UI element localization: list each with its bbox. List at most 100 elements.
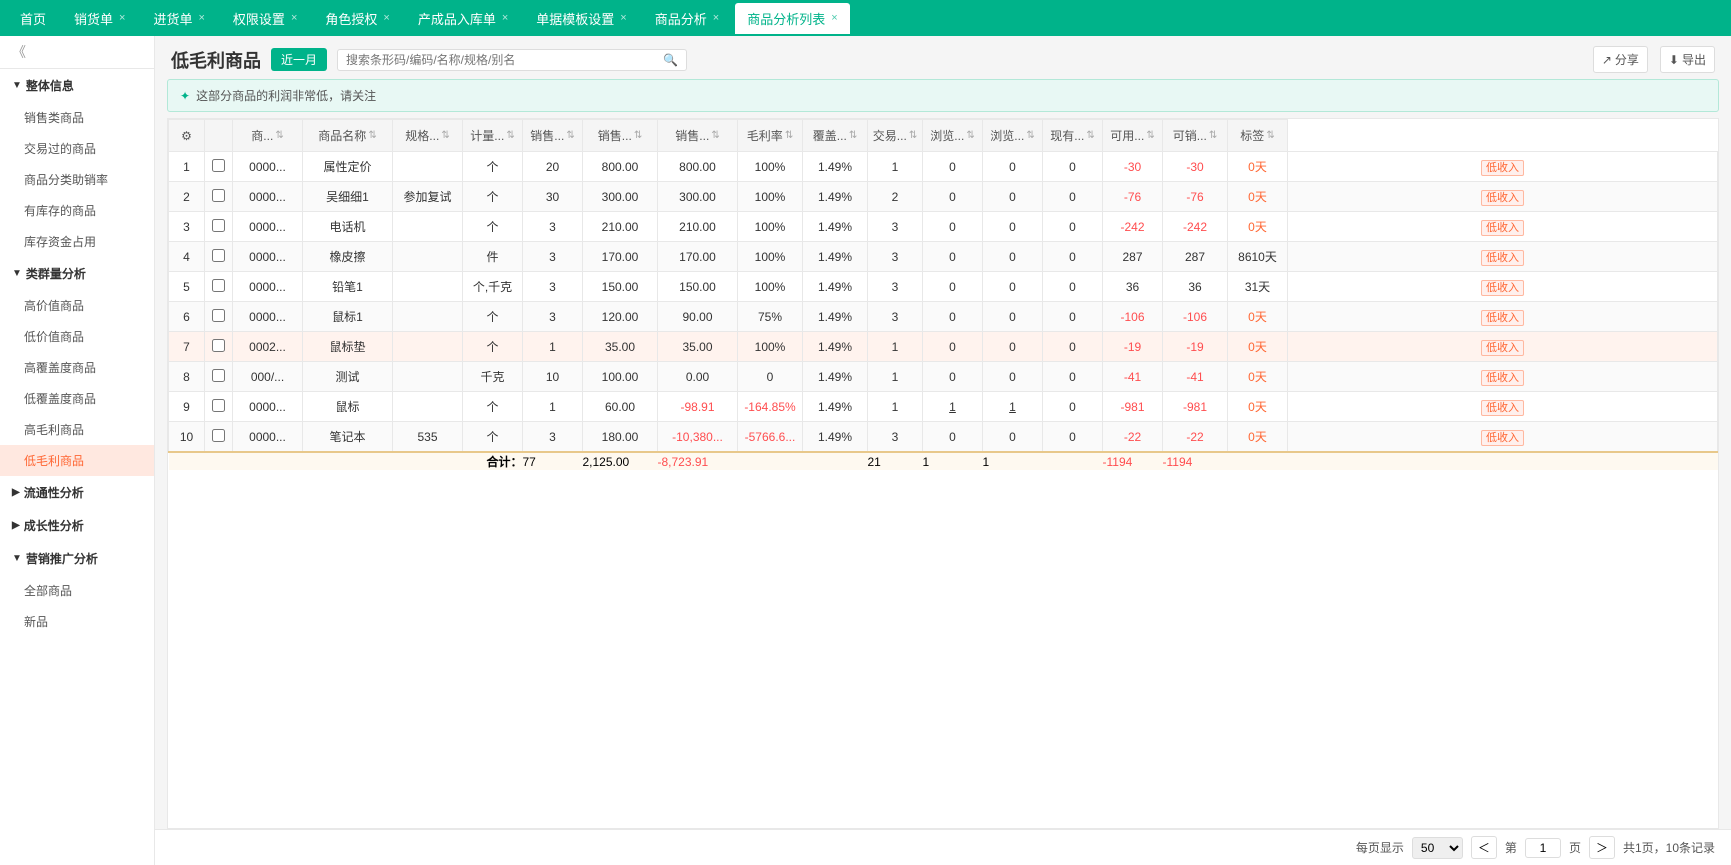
- row-checkbox[interactable]: [205, 152, 233, 182]
- row-select-checkbox[interactable]: [212, 189, 225, 202]
- row-select-checkbox[interactable]: [212, 159, 225, 172]
- sidebar-item-全部商品[interactable]: 全部商品: [0, 575, 154, 606]
- row-checkbox[interactable]: [205, 302, 233, 332]
- row-checkbox[interactable]: [205, 422, 233, 453]
- table-container[interactable]: ⚙商...⇅商品名称⇅规格...⇅计量...⇅销售...⇅销售...⇅销售...…: [167, 118, 1719, 829]
- trade-link[interactable]: 1: [1009, 400, 1016, 414]
- sidebar-item-商品分类助销率[interactable]: 商品分类助销率: [0, 164, 154, 195]
- row-checkbox[interactable]: [205, 212, 233, 242]
- row-select-checkbox[interactable]: [212, 219, 225, 232]
- row-checkbox[interactable]: [205, 182, 233, 212]
- row-checkbox[interactable]: [205, 242, 233, 272]
- col-header-10[interactable]: 覆盖...⇅: [803, 120, 868, 152]
- row-tag[interactable]: 低收入: [1288, 212, 1718, 242]
- page-number-input[interactable]: [1525, 838, 1561, 858]
- nav-close-icon[interactable]: ×: [502, 12, 508, 24]
- share-btn[interactable]: ↗ 分享: [1593, 46, 1648, 73]
- nav-item-商品分析列表[interactable]: 商品分析列表×: [735, 3, 849, 34]
- nav-item-单据模板设置[interactable]: 单据模板设置×: [524, 3, 638, 34]
- nav-close-icon[interactable]: ×: [198, 12, 204, 24]
- row-trade[interactable]: 0: [923, 272, 983, 302]
- sidebar-item-有库存的商品[interactable]: 有库存的商品: [0, 195, 154, 226]
- sort-icon[interactable]: ⇅: [909, 130, 917, 141]
- nav-item-首页[interactable]: 首页: [8, 3, 58, 34]
- col-header-2[interactable]: 商...⇅: [233, 120, 303, 152]
- sidebar-item-低价值商品[interactable]: 低价值商品: [0, 321, 154, 352]
- col-header-15[interactable]: 可用...⇅: [1103, 120, 1163, 152]
- sort-icon[interactable]: ⇅: [368, 130, 376, 141]
- sidebar-group-类群量分析[interactable]: ▼类群量分析: [0, 257, 154, 290]
- sort-icon[interactable]: ⇅: [785, 130, 793, 141]
- row-checkbox[interactable]: [205, 362, 233, 392]
- sort-icon[interactable]: ⇅: [1026, 130, 1034, 141]
- col-header-11[interactable]: 交易...⇅: [868, 120, 923, 152]
- time-filter-btn[interactable]: 近一月: [271, 48, 327, 71]
- row-select-checkbox[interactable]: [212, 249, 225, 262]
- col-header-14[interactable]: 现有...⇅: [1043, 120, 1103, 152]
- sort-icon[interactable]: ⇅: [1146, 130, 1154, 141]
- col-header-5[interactable]: 计量...⇅: [463, 120, 523, 152]
- sort-icon[interactable]: ⇅: [849, 130, 857, 141]
- nav-close-icon[interactable]: ×: [383, 12, 389, 24]
- sidebar-collapse-btn[interactable]: 《: [8, 42, 30, 62]
- nav-item-销货单[interactable]: 销货单×: [62, 3, 137, 34]
- sidebar-item-高覆盖度商品[interactable]: 高覆盖度商品: [0, 352, 154, 383]
- sidebar-item-高毛利商品[interactable]: 高毛利商品: [0, 414, 154, 445]
- nav-close-icon[interactable]: ×: [713, 12, 719, 24]
- trade-link[interactable]: 1: [949, 400, 956, 414]
- search-icon[interactable]: 🔍: [663, 53, 678, 67]
- page-size-select[interactable]: 50 100 200: [1412, 837, 1463, 859]
- sort-icon[interactable]: ⇅: [441, 130, 449, 141]
- nav-close-icon[interactable]: ×: [291, 12, 297, 24]
- sidebar-item-交易过的商品[interactable]: 交易过的商品: [0, 133, 154, 164]
- sort-icon[interactable]: ⇅: [275, 130, 283, 141]
- row-tag[interactable]: 低收入: [1288, 362, 1718, 392]
- next-page-btn[interactable]: ＞: [1589, 836, 1615, 859]
- row-tag[interactable]: 低收入: [1288, 302, 1718, 332]
- nav-item-商品分析[interactable]: 商品分析×: [643, 3, 731, 34]
- row-select-checkbox[interactable]: [212, 399, 225, 412]
- sort-icon[interactable]: ⇅: [1209, 130, 1217, 141]
- row-tag[interactable]: 低收入: [1288, 182, 1718, 212]
- row-checkbox[interactable]: [205, 272, 233, 302]
- sidebar-item-高价值商品[interactable]: 高价值商品: [0, 290, 154, 321]
- nav-close-icon[interactable]: ×: [620, 12, 626, 24]
- col-header-3[interactable]: 商品名称⇅: [303, 120, 393, 152]
- row-tag[interactable]: 低收入: [1288, 152, 1718, 182]
- col-header-7[interactable]: 销售...⇅: [583, 120, 658, 152]
- sort-icon[interactable]: ⇅: [634, 130, 642, 141]
- sort-icon[interactable]: ⇅: [506, 130, 514, 141]
- nav-close-icon[interactable]: ×: [119, 12, 125, 24]
- row-trade[interactable]: 1: [923, 392, 983, 422]
- export-btn[interactable]: ⬇ 导出: [1660, 46, 1715, 73]
- nav-item-权限设置[interactable]: 权限设置×: [221, 3, 309, 34]
- prev-page-btn[interactable]: ＜: [1471, 836, 1497, 859]
- nav-item-进货单[interactable]: 进货单×: [141, 3, 216, 34]
- sort-icon[interactable]: ⇅: [566, 130, 574, 141]
- row-select-checkbox[interactable]: [212, 369, 225, 382]
- col-header-9[interactable]: 毛利率⇅: [738, 120, 803, 152]
- sort-icon[interactable]: ⇅: [1266, 130, 1274, 141]
- row-trade[interactable]: 0: [923, 422, 983, 453]
- row-tag[interactable]: 低收入: [1288, 392, 1718, 422]
- row-view1[interactable]: 1: [983, 392, 1043, 422]
- sidebar-item-低覆盖度商品[interactable]: 低覆盖度商品: [0, 383, 154, 414]
- sidebar-group-整体信息[interactable]: ▼整体信息: [0, 69, 154, 102]
- row-trade[interactable]: 0: [923, 152, 983, 182]
- col-header-12[interactable]: 浏览...⇅: [923, 120, 983, 152]
- col-header-6[interactable]: 销售...⇅: [523, 120, 583, 152]
- row-select-checkbox[interactable]: [212, 279, 225, 292]
- nav-item-角色授权[interactable]: 角色授权×: [313, 3, 401, 34]
- nav-close-icon[interactable]: ×: [831, 12, 837, 24]
- row-trade[interactable]: 0: [923, 302, 983, 332]
- row-trade[interactable]: 0: [923, 362, 983, 392]
- sort-icon[interactable]: ⇅: [966, 130, 974, 141]
- col-header-16[interactable]: 可销...⇅: [1163, 120, 1228, 152]
- search-input[interactable]: [346, 53, 658, 67]
- nav-item-产成品入库单[interactable]: 产成品入库单×: [406, 3, 520, 34]
- col-header-17[interactable]: 标签⇅: [1228, 120, 1288, 152]
- sort-icon[interactable]: ⇅: [1086, 130, 1094, 141]
- col-header-8[interactable]: 销售...⇅: [658, 120, 738, 152]
- row-tag[interactable]: 低收入: [1288, 332, 1718, 362]
- sort-icon[interactable]: ⇅: [711, 130, 719, 141]
